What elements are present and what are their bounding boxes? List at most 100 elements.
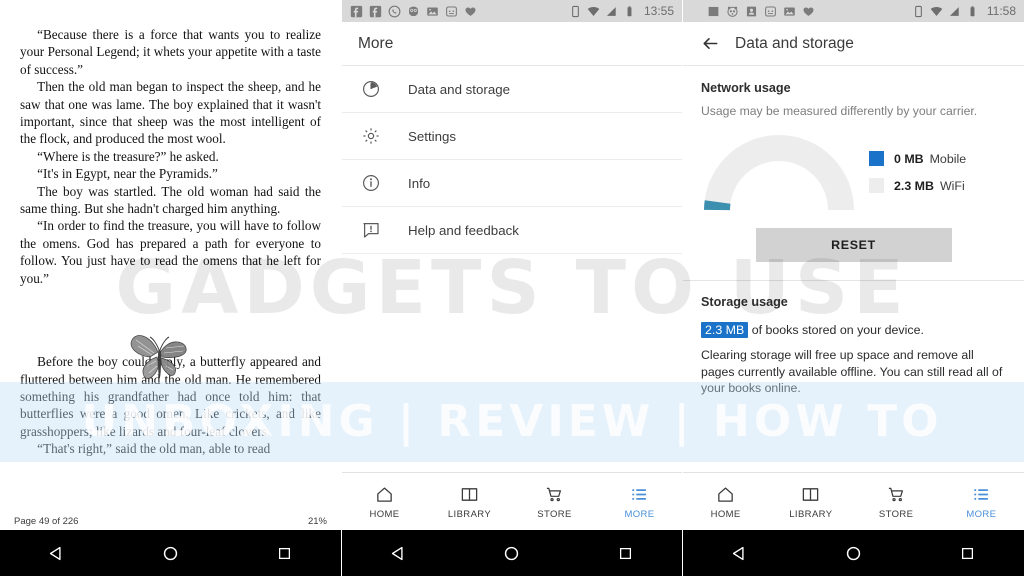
messenger-icon	[445, 5, 458, 18]
system-nav-bar	[342, 530, 682, 576]
page-indicator: Page 49 of 226	[14, 515, 79, 527]
menu-item-label: Help and feedback	[408, 222, 519, 238]
wifi-icon	[930, 5, 943, 18]
reader-page[interactable]: “Because there is a force that wants you…	[0, 8, 341, 530]
storage-amount-rest: of books stored on your device.	[748, 323, 924, 337]
data-storage-content: Network usage Usage may be measured diff…	[683, 66, 1024, 472]
storage-usage-heading: Storage usage	[701, 295, 788, 309]
tab-library[interactable]: LIBRARY	[768, 484, 853, 520]
battery-icon	[623, 5, 636, 18]
reader-footer: Page 49 of 226 21%	[0, 512, 341, 530]
tab-label: HOME	[710, 508, 741, 520]
menu-item-info[interactable]: Info	[342, 160, 682, 207]
tab-home[interactable]: HOME	[683, 484, 768, 520]
nav-recents-icon[interactable]	[614, 542, 636, 564]
app-bar-title: More	[358, 34, 394, 52]
arrow-back-icon[interactable]	[699, 33, 721, 55]
book-icon	[459, 484, 480, 505]
book-paragraph: The boy was startled. The old woman had …	[20, 183, 321, 217]
bottom-tab-bar: HOME LIBRARY STORE MORE	[683, 472, 1024, 530]
legend-value: 2.3 MB	[894, 178, 934, 193]
system-nav-bar	[0, 530, 341, 576]
menu-item-help-and-feedback[interactable]: Help and feedback	[342, 207, 682, 254]
sim-card-icon	[569, 5, 582, 18]
menu-item-label: Settings	[408, 128, 457, 144]
status-time: 13:55	[643, 4, 674, 18]
tab-library[interactable]: LIBRARY	[427, 484, 512, 520]
reset-button[interactable]: RESET	[755, 228, 952, 262]
legend-swatch-wifi	[869, 178, 884, 193]
network-usage-section: Network usage Usage may be measured diff…	[683, 66, 1024, 118]
system-status-icons: 13:55	[569, 4, 674, 18]
panda-icon	[726, 5, 739, 18]
messenger-icon	[764, 5, 777, 18]
book-paragraph: “That's right,” said the old man, able t…	[37, 441, 271, 457]
legend-item-wifi: 2.3 MB WiFi	[869, 172, 966, 199]
signal-icon	[948, 5, 961, 18]
network-gauge-row: 0 MB Mobile 2.3 MB WiFi	[683, 126, 1024, 218]
home-icon	[715, 484, 736, 505]
nav-recents-icon[interactable]	[956, 542, 978, 564]
book-paragraph: “In order to find the treasure, you will…	[20, 218, 321, 286]
tab-label: LIBRARY	[447, 508, 492, 520]
screenshot-root: “Because there is a force that wants you…	[0, 0, 1024, 576]
tab-store[interactable]: STORE	[854, 484, 939, 520]
home-icon	[374, 484, 395, 505]
list-icon	[629, 484, 650, 505]
nav-back-icon[interactable]	[729, 542, 751, 564]
legend-item-mobile: 0 MB Mobile	[869, 145, 966, 172]
network-usage-legend: 0 MB Mobile 2.3 MB WiFi	[869, 145, 966, 199]
info-icon	[360, 172, 382, 194]
progress-percent: 21%	[307, 515, 327, 527]
bottom-tab-bar: HOME LIBRARY STORE MORE	[342, 472, 682, 530]
network-usage-gauge	[695, 126, 863, 218]
menu-item-label: Info	[408, 175, 431, 191]
status-bar: 13:55	[342, 0, 682, 22]
status-time: 11:58	[986, 4, 1016, 18]
facebook-icon	[350, 5, 363, 18]
nav-recents-icon[interactable]	[273, 542, 295, 564]
storage-amount-highlight[interactable]: 2.3 MB	[701, 322, 749, 338]
battery-icon	[966, 5, 979, 18]
tab-store[interactable]: STORE	[512, 484, 597, 520]
heart-icon	[802, 5, 815, 18]
tab-more[interactable]: MORE	[939, 484, 1024, 520]
book-icon	[800, 484, 821, 505]
nav-back-icon[interactable]	[46, 542, 68, 564]
menu-item-label: Data and storage	[408, 81, 511, 97]
storage-usage-section: Storage usage 2.3 MB of books stored on …	[683, 281, 1024, 397]
photos-icon	[426, 5, 439, 18]
tab-more[interactable]: MORE	[597, 484, 682, 520]
sim-card-icon	[912, 5, 925, 18]
menu-item-settings[interactable]: Settings	[342, 113, 682, 160]
tab-home[interactable]: HOME	[342, 484, 427, 520]
legend-value: 0 MB	[894, 151, 924, 166]
cart-icon	[544, 484, 565, 505]
gear-icon	[360, 125, 382, 147]
legend-swatch-mobile	[869, 151, 884, 166]
network-usage-heading: Network usage	[701, 81, 791, 95]
square-icon	[707, 5, 720, 18]
cart-icon	[886, 484, 907, 505]
storage-amount-line: 2.3 MB of books stored on your device.	[701, 322, 1006, 338]
app-bar: Data and storage	[683, 22, 1024, 66]
nav-home-icon[interactable]	[159, 542, 181, 564]
owl-icon	[407, 5, 420, 18]
nav-home-icon[interactable]	[501, 542, 523, 564]
facebook-icon	[369, 5, 382, 18]
panel-reader: “Because there is a force that wants you…	[0, 0, 341, 576]
system-nav-bar	[683, 530, 1024, 576]
book-paragraph: “Where is the treasure?” he asked.	[37, 148, 219, 164]
menu-item-data-and-storage[interactable]: Data and storage	[342, 66, 682, 113]
nav-home-icon[interactable]	[842, 542, 864, 564]
panel-data-and-storage: 11:58 Data and storage Network usage Usa…	[682, 0, 1024, 576]
nav-back-icon[interactable]	[388, 542, 410, 564]
heart-icon	[464, 5, 477, 18]
wifi-icon	[587, 5, 600, 18]
contact-icon	[745, 5, 758, 18]
signal-icon	[605, 5, 618, 18]
tab-label: MORE	[624, 508, 655, 520]
storage-description: Clearing storage will free up space and …	[701, 348, 1003, 395]
book-paragraph: Then the old man began to inspect the sh…	[20, 79, 321, 147]
pie-clock-icon	[360, 78, 382, 100]
